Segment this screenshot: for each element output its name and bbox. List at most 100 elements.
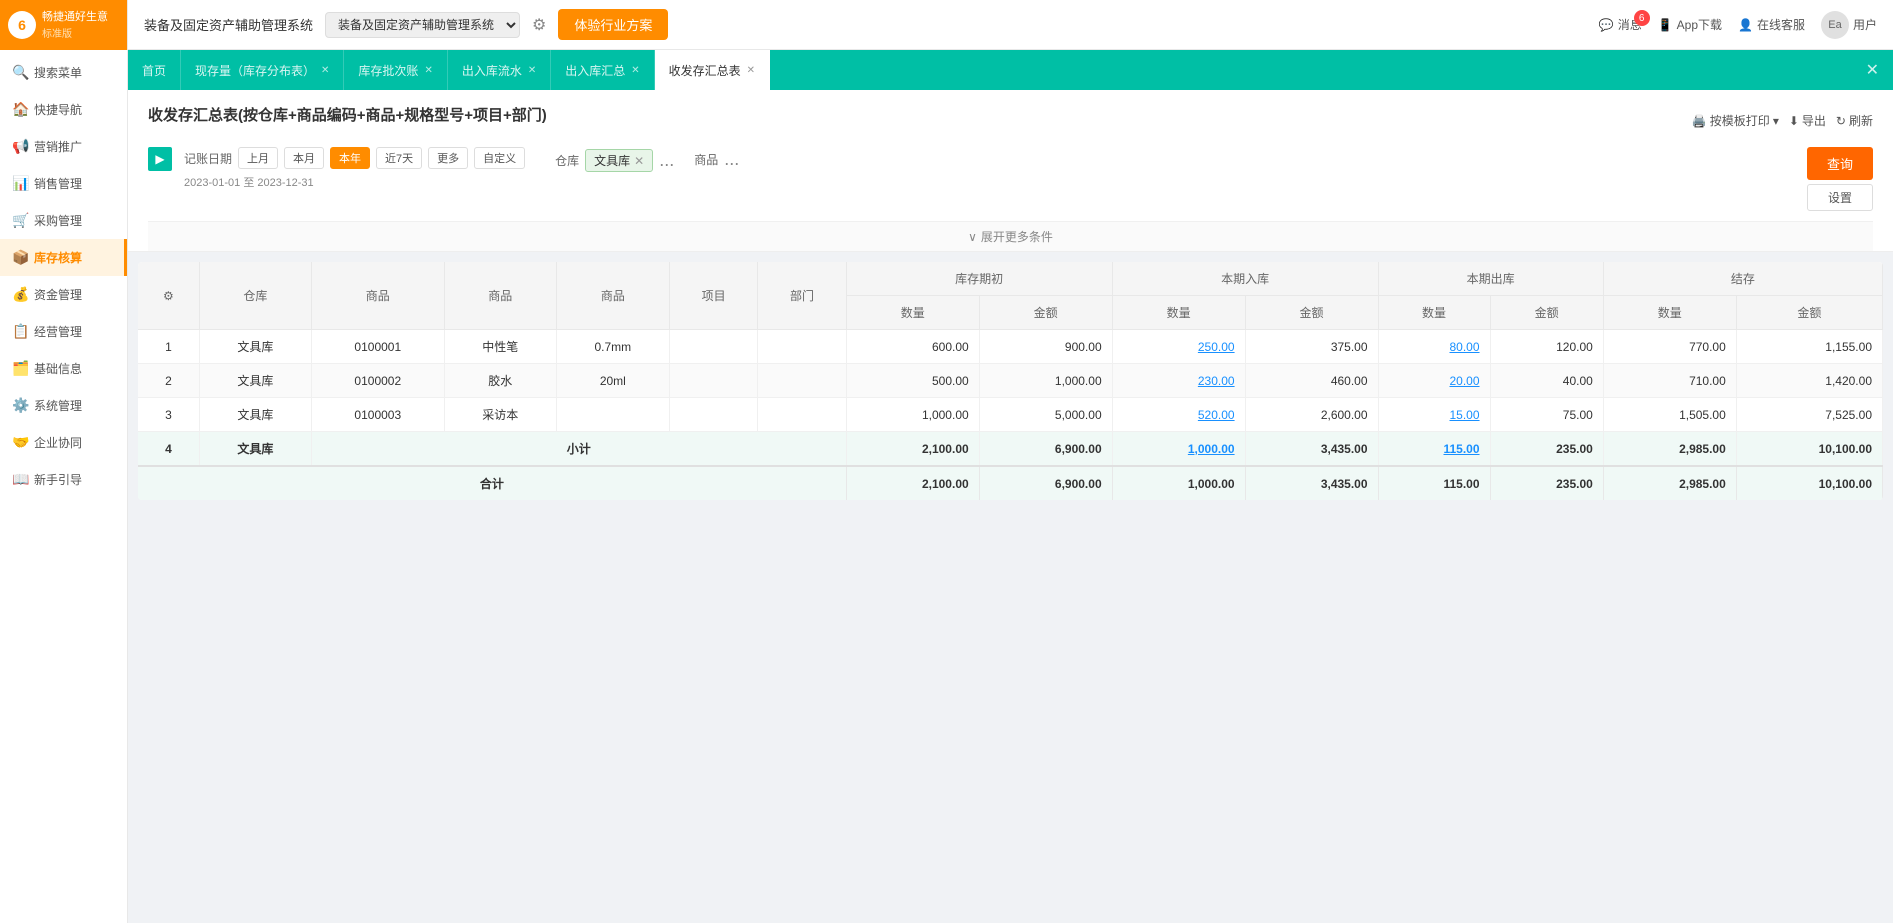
page-header-area: 收发存汇总表(按仓库+商品编码+商品+规格型号+项目+部门) 🖨️ 按模板打印 … bbox=[128, 90, 1893, 252]
export-btn[interactable]: ⬇ 导出 bbox=[1789, 112, 1826, 129]
filter-settings-btn[interactable]: 设置 bbox=[1807, 184, 1873, 211]
tab-close-icon[interactable]: ✕ bbox=[424, 65, 432, 76]
warehouse-value: 文具库 bbox=[594, 152, 630, 169]
row-in-qty[interactable]: 520.00 bbox=[1112, 398, 1245, 432]
tab-inventory-dist[interactable]: 现存量（库存分布表） ✕ bbox=[181, 50, 344, 90]
date-btn-7days[interactable]: 近7天 bbox=[376, 147, 422, 169]
date-btn-this-year[interactable]: 本年 bbox=[330, 147, 370, 169]
tab-close-icon[interactable]: ✕ bbox=[747, 65, 755, 76]
tabbar-close-icon[interactable]: ✕ bbox=[1852, 60, 1893, 80]
date-btn-more[interactable]: 更多 bbox=[428, 147, 468, 169]
total-in-qty: 1,000.00 bbox=[1112, 466, 1245, 500]
date-btn-this-month[interactable]: 本月 bbox=[284, 147, 324, 169]
gear-icon: ⚙️ bbox=[12, 397, 28, 414]
app-download-btn[interactable]: 📱 App下载 bbox=[1658, 16, 1722, 33]
col-out-header: 本期出库 bbox=[1378, 262, 1603, 296]
main-area: 装备及固定资产辅助管理系统 装备及固定资产辅助管理系统 ⚙ 体验行业方案 💬 消… bbox=[128, 0, 1893, 923]
tab-inout-summary-label: 出入库汇总 bbox=[565, 62, 625, 79]
subtotal-in-qty[interactable]: 1,000.00 bbox=[1112, 432, 1245, 467]
avatar: Ea bbox=[1821, 11, 1849, 39]
sidebar-item-quick-nav[interactable]: 🏠 快捷导航 bbox=[0, 91, 127, 128]
tab-stock-summary-label: 收发存汇总表 bbox=[669, 62, 741, 79]
sidebar: 6 畅捷通好生意 标准版 🔍 搜索菜单 🏠 快捷导航 📢 营销推广 📊 销售管理… bbox=[0, 0, 128, 923]
tab-close-icon[interactable]: ✕ bbox=[321, 65, 329, 76]
row-open-qty: 600.00 bbox=[846, 330, 979, 364]
row-code: 0100001 bbox=[311, 330, 444, 364]
sidebar-item-label: 系统管理 bbox=[34, 397, 82, 414]
message-btn[interactable]: 💬 消息 6 bbox=[1599, 16, 1642, 33]
user-label: 用户 bbox=[1853, 16, 1877, 33]
col-in-qty-header: 数量 bbox=[1112, 296, 1245, 330]
service-icon: 👤 bbox=[1738, 18, 1753, 32]
sidebar-item-marketing[interactable]: 📢 营销推广 bbox=[0, 128, 127, 165]
refresh-icon: ↻ bbox=[1836, 114, 1846, 128]
settings-icon[interactable]: ⚙ bbox=[532, 15, 546, 35]
topbar-right: 💬 消息 6 📱 App下载 👤 在线客服 Ea 用户 bbox=[1599, 11, 1877, 39]
user-menu[interactable]: Ea 用户 bbox=[1821, 11, 1877, 39]
sidebar-item-label: 企业协同 bbox=[34, 434, 82, 451]
expand-btn[interactable]: ∨ 展开更多条件 bbox=[968, 228, 1053, 245]
subtotal-row: 4 文具库 小计 2,100.00 6,900.00 1,000.00 3,43… bbox=[138, 432, 1883, 467]
date-btn-custom[interactable]: 自定义 bbox=[474, 147, 525, 169]
warehouse-more[interactable]: ... bbox=[659, 150, 674, 171]
subtotal-in-amt: 3,435.00 bbox=[1245, 432, 1378, 467]
row-out-qty[interactable]: 15.00 bbox=[1378, 398, 1490, 432]
tab-batch[interactable]: 库存批次账 ✕ bbox=[344, 50, 447, 90]
tab-home[interactable]: 首页 bbox=[128, 50, 181, 90]
row-open-amt: 900.00 bbox=[979, 330, 1112, 364]
col-name-header: 商品 bbox=[444, 262, 556, 330]
data-table-container: ⚙ 仓库 商品 商品 商品 项目 部门 库存期初 本期入库 本期出库 结存 数量 bbox=[138, 262, 1883, 500]
experience-btn[interactable]: 体验行业方案 bbox=[558, 9, 668, 40]
col-open-header: 库存期初 bbox=[846, 262, 1112, 296]
sidebar-item-guide[interactable]: 📖 新手引导 bbox=[0, 461, 127, 498]
row-out-qty[interactable]: 20.00 bbox=[1378, 364, 1490, 398]
row-out-qty[interactable]: 80.00 bbox=[1378, 330, 1490, 364]
col-out-amt-header: 金额 bbox=[1490, 296, 1603, 330]
total-open-qty: 2,100.00 bbox=[846, 466, 979, 500]
online-service-btn[interactable]: 👤 在线客服 bbox=[1738, 16, 1805, 33]
sidebar-item-sales[interactable]: 📊 销售管理 bbox=[0, 165, 127, 202]
row-name: 采访本 bbox=[444, 398, 556, 432]
clipboard-icon: 📋 bbox=[12, 323, 28, 340]
sidebar-item-basic[interactable]: 🗂️ 基础信息 bbox=[0, 350, 127, 387]
sidebar-item-label: 搜索菜单 bbox=[34, 64, 82, 81]
product-more[interactable]: ... bbox=[724, 149, 739, 170]
total-close-amt: 10,100.00 bbox=[1736, 466, 1882, 500]
tab-inout-flow[interactable]: 出入库流水 ✕ bbox=[448, 50, 551, 90]
sidebar-item-label: 采购管理 bbox=[34, 212, 82, 229]
row-no: 3 bbox=[138, 398, 199, 432]
subtotal-out-qty[interactable]: 115.00 bbox=[1378, 432, 1490, 467]
row-out-amt: 40.00 bbox=[1490, 364, 1603, 398]
sidebar-item-business[interactable]: 📋 经营管理 bbox=[0, 313, 127, 350]
tab-stock-summary[interactable]: 收发存汇总表 ✕ bbox=[655, 50, 770, 90]
system-selector[interactable]: 装备及固定资产辅助管理系统 bbox=[325, 12, 520, 38]
row-in-qty[interactable]: 250.00 bbox=[1112, 330, 1245, 364]
row-in-amt: 2,600.00 bbox=[1245, 398, 1378, 432]
sidebar-item-enterprise[interactable]: 🤝 企业协同 bbox=[0, 424, 127, 461]
query-btn[interactable]: 查询 bbox=[1807, 147, 1873, 180]
warehouse-remove-btn[interactable]: ✕ bbox=[634, 154, 644, 168]
sidebar-item-label: 资金管理 bbox=[34, 286, 82, 303]
tab-batch-label: 库存批次账 bbox=[358, 62, 418, 79]
sidebar-item-purchase[interactable]: 🛒 采购管理 bbox=[0, 202, 127, 239]
sidebar-item-inventory[interactable]: 📦 库存核算 bbox=[0, 239, 127, 276]
refresh-btn[interactable]: ↻ 刷新 bbox=[1836, 112, 1873, 129]
sidebar-item-finance[interactable]: 💰 资金管理 bbox=[0, 276, 127, 313]
sidebar-item-system[interactable]: ⚙️ 系统管理 bbox=[0, 387, 127, 424]
row-in-qty[interactable]: 230.00 bbox=[1112, 364, 1245, 398]
filter-toggle[interactable]: ▶ bbox=[148, 147, 172, 171]
sidebar-nav: 🔍 搜索菜单 🏠 快捷导航 📢 营销推广 📊 销售管理 🛒 采购管理 📦 库存核… bbox=[0, 50, 127, 923]
sidebar-item-search[interactable]: 🔍 搜索菜单 bbox=[0, 54, 127, 91]
date-btn-last-month[interactable]: 上月 bbox=[238, 147, 278, 169]
warehouse-tag: 文具库 ✕ bbox=[585, 149, 653, 172]
box-icon: 📦 bbox=[12, 249, 28, 266]
row-spec: 20ml bbox=[556, 364, 669, 398]
row-close-qty: 710.00 bbox=[1603, 364, 1736, 398]
tab-close-icon[interactable]: ✕ bbox=[631, 65, 639, 76]
col-settings-header[interactable]: ⚙ bbox=[138, 262, 199, 330]
tab-inout-summary[interactable]: 出入库汇总 ✕ bbox=[551, 50, 654, 90]
row-out-amt: 75.00 bbox=[1490, 398, 1603, 432]
tab-close-icon[interactable]: ✕ bbox=[528, 65, 536, 76]
print-btn[interactable]: 🖨️ 按模板打印 ▾ bbox=[1692, 112, 1779, 129]
col-in-amt-header: 金额 bbox=[1245, 296, 1378, 330]
